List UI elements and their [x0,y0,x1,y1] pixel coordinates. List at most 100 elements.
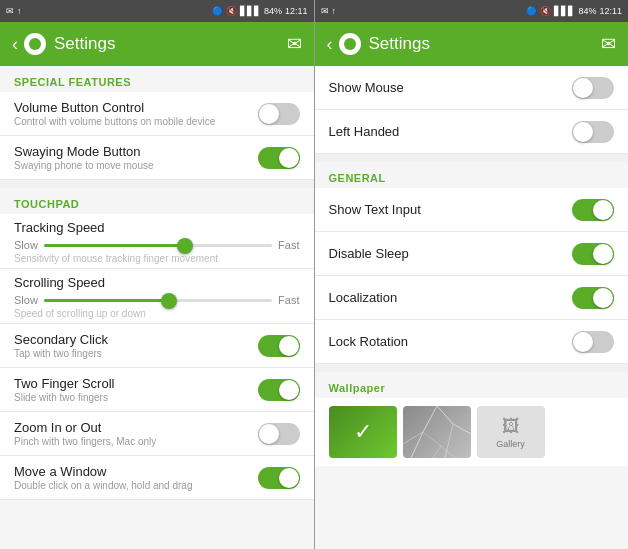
list-item: Left Handed [315,110,629,154]
left-panel: ✉ ↑ 🔵 🔇 ▋▋▋ 84% 12:11 ‹ Settings ✉ SPECI… [0,0,314,549]
disable-sleep-title: Disable Sleep [329,246,565,261]
back-button-right[interactable]: ‹ [327,34,333,55]
scrolling-track[interactable] [44,299,272,302]
page-title-left: Settings [54,34,287,54]
lock-rotation-title: Lock Rotation [329,334,565,349]
svg-line-3 [437,406,453,424]
tracking-subtitle: Sensitivity of mouse tracking finger mov… [14,253,300,264]
toggle-knob [259,424,279,444]
swaying-mode-toggle[interactable] [258,147,300,169]
lock-rotation-toggle[interactable] [572,331,614,353]
status-bar-right: ✉ ↑ 🔵 🔇 ▋▋▋ 84% 12:11 [315,0,629,22]
scrolling-thumb[interactable] [161,293,177,309]
upload-icon: ↑ [17,6,22,16]
tracking-thumb[interactable] [177,238,193,254]
left-content: SPECIAL FEATURES Volume Button Control C… [0,66,314,549]
list-item: Zoom In or Out Pinch with two fingers, M… [0,412,314,456]
list-item: Show Text Input [315,188,629,232]
wallpaper-green: ✓ [329,406,397,458]
wallpaper-thumb-gallery[interactable]: 🖼 Gallery [477,406,545,458]
toggle-knob [279,468,299,488]
mail-icon: ✉ [6,6,14,16]
page-title-right: Settings [369,34,602,54]
list-item: Localization [315,276,629,320]
toggle-knob [593,288,613,308]
volume-button-subtitle: Control with volume buttons on mobile de… [14,116,250,127]
mail-icon-r: ✉ [321,6,329,16]
list-item: Disable Sleep [315,232,629,276]
crack-svg [403,406,471,458]
secondary-click-toggle[interactable] [258,335,300,357]
scrolling-speed-title: Scrolling Speed [14,275,300,290]
move-window-title: Move a Window [14,464,250,479]
disable-sleep-toggle[interactable] [572,243,614,265]
toggle-knob [259,104,279,124]
volume-button-title: Volume Button Control [14,100,250,115]
wallpaper-thumb-crack[interactable] [403,406,471,458]
zoom-in-out-title: Zoom In or Out [14,420,250,435]
signal-icon-r: ▋▋▋ [554,6,575,16]
svg-line-4 [453,424,471,434]
swaying-mode-subtitle: Swaying phone to move mouse [14,160,250,171]
app-icon-inner-right [344,38,356,50]
scrolling-slow-label: Slow [14,294,38,306]
battery-text: 84% [264,6,282,16]
toggle-knob [573,332,593,352]
two-finger-scroll-subtitle: Slide with two fingers [14,392,250,403]
toggle-knob [573,78,593,98]
move-window-toggle[interactable] [258,467,300,489]
svg-line-0 [423,406,437,432]
show-mouse-title: Show Mouse [329,80,565,95]
status-bar-right-left-icons: ✉ ↑ [321,6,337,16]
tracking-fill [44,244,186,247]
toggle-knob [593,244,613,264]
bluetooth-icon-r: 🔵 [526,6,537,16]
show-text-input-title: Show Text Input [329,202,565,217]
signal-icon: ▋▋▋ [240,6,261,16]
email-icon-left[interactable]: ✉ [287,33,302,55]
left-handed-toggle[interactable] [572,121,614,143]
mute-icon-r: 🔇 [540,6,551,16]
scrolling-subtitle: Speed of scrolling up or down [14,308,300,319]
localization-toggle[interactable] [572,287,614,309]
two-finger-scroll-title: Two Finger Scroll [14,376,250,391]
section-special-features: SPECIAL FEATURES [0,66,314,92]
move-window-subtitle: Double click on a window, hold and drag [14,480,250,491]
check-icon: ✓ [354,419,372,445]
show-text-input-toggle[interactable] [572,199,614,221]
app-header-left: ‹ Settings ✉ [0,22,314,66]
status-bar-right-right-icons: 🔵 🔇 ▋▋▋ 84% 12:11 [526,6,622,16]
toggle-knob [593,200,613,220]
scrolling-speed-slider: Scrolling Speed Slow Fast Speed of scrol… [0,269,314,324]
gallery-label: Gallery [496,439,525,449]
status-bar-right-icons: 🔵 🔇 ▋▋▋ 84% 12:11 [212,6,308,16]
zoom-in-out-toggle[interactable] [258,423,300,445]
separator [0,180,314,188]
show-mouse-toggle[interactable] [572,77,614,99]
upload-icon-r: ↑ [332,6,337,16]
tracking-track[interactable] [44,244,272,247]
tracking-slow-label: Slow [14,239,38,251]
toggle-knob [573,122,593,142]
list-item: Move a Window Double click on a window, … [0,456,314,500]
separator-wallpaper [315,364,629,372]
scrolling-fill [44,299,170,302]
email-icon-right[interactable]: ✉ [601,33,616,55]
back-button-left[interactable]: ‹ [12,34,18,55]
volume-button-toggle[interactable] [258,103,300,125]
section-general: GENERAL [315,162,629,188]
wallpaper-thumb-green[interactable]: ✓ [329,406,397,458]
list-item: Show Mouse [315,66,629,110]
section-touchpad: TOUCHPAD [0,188,314,214]
wallpaper-gallery: 🖼 Gallery [477,406,545,458]
right-content: Show Mouse Left Handed GENERAL Show Text… [315,66,629,549]
two-finger-scroll-toggle[interactable] [258,379,300,401]
toggle-knob [279,148,299,168]
separator-right [315,154,629,162]
app-icon-inner-left [29,38,41,50]
wallpaper-crack [403,406,471,458]
secondary-click-title: Secondary Click [14,332,250,347]
mute-icon: 🔇 [226,6,237,16]
toggle-knob [279,380,299,400]
swaying-mode-title: Swaying Mode Button [14,144,250,159]
